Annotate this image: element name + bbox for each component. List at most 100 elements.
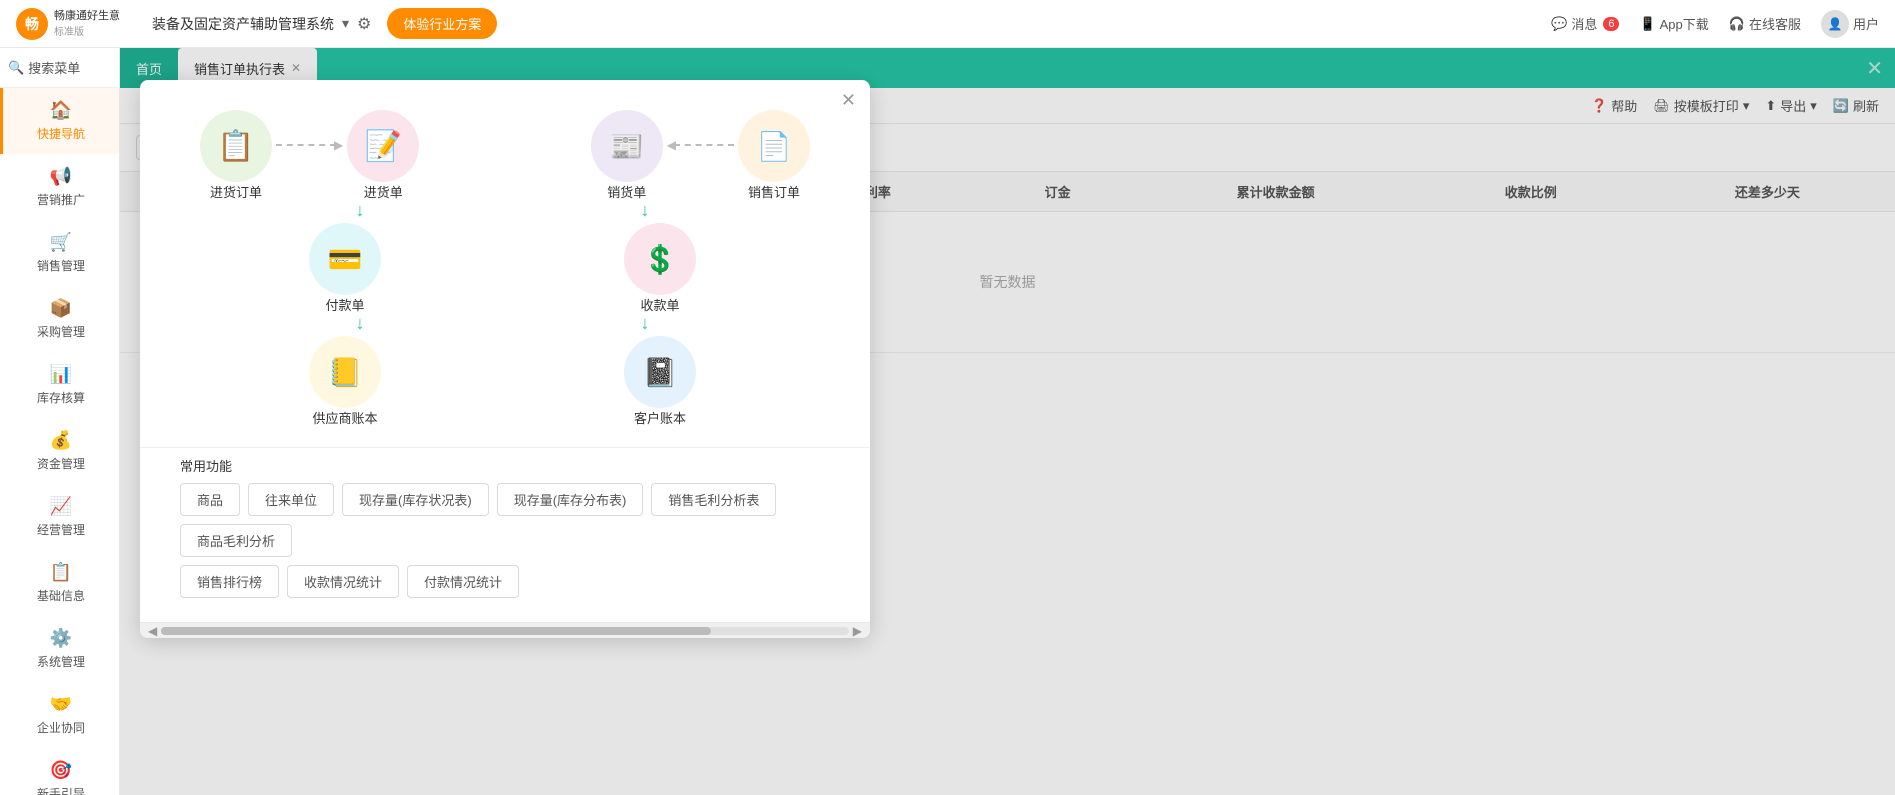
- search-menu-label: 搜索菜单: [28, 58, 80, 77]
- top-bar: 畅 畅康通好生意 标准版 装备及固定资产辅助管理系统 ▾ ⚙ 体验行业方案 💬 …: [0, 0, 1895, 48]
- purchase-bill-circle[interactable]: 📝: [347, 110, 419, 182]
- func-btn-stock-dist[interactable]: 现存量(库存分布表): [497, 483, 644, 516]
- supplier-ledger-node: 📒 供应商账本: [309, 336, 381, 427]
- basic-info-icon: 📋: [50, 562, 72, 583]
- scroll-track[interactable]: [161, 627, 849, 635]
- logo-icon: 畅: [16, 8, 48, 40]
- operations-icon: 📈: [50, 496, 72, 517]
- operations-label: 经营管理: [37, 521, 85, 538]
- scroll-thumb: [161, 627, 711, 635]
- scroll-right-arrow[interactable]: ▶: [849, 624, 866, 638]
- func-btn-stock-status[interactable]: 现存量(库存状况表): [342, 483, 489, 516]
- message-badge: 6: [1603, 17, 1619, 31]
- online-service-button[interactable]: 🎧 在线客服: [1729, 14, 1801, 33]
- inventory-icon: 📊: [50, 364, 72, 385]
- down-arrow-payment: ↓: [200, 314, 400, 332]
- logo-area: 畅 畅康通好生意 标准版: [16, 8, 136, 40]
- payment-circle[interactable]: 💳: [309, 223, 381, 295]
- sales-bill-circle[interactable]: 📰: [591, 110, 663, 182]
- sales-label: 销售管理: [37, 257, 85, 274]
- settings-icon[interactable]: ⚙: [357, 14, 371, 34]
- func-btn-payment-stat[interactable]: 付款情况统计: [407, 565, 519, 598]
- customer-ledger-circle[interactable]: 📓: [624, 336, 696, 408]
- func-btn-partner[interactable]: 往来单位: [248, 483, 334, 516]
- arrow-row-2: ↓ ↓: [180, 201, 830, 219]
- payment-node: 💳 付款单: [309, 223, 381, 314]
- marketing-icon: 📢: [50, 166, 72, 187]
- sidebar: 🔍 搜索菜单 🏠 快捷导航 📢 营销推广 🛒 销售管理 📦 采购管理 📊 库存核…: [0, 48, 120, 795]
- sales-order-label: 销售订单: [748, 182, 800, 201]
- receipt-circle[interactable]: 💲: [624, 223, 696, 295]
- quick-nav-dialog: ✕ 📋 进货订单 ▶ 📝: [140, 80, 870, 638]
- sidebar-item-enterprise[interactable]: 🤝 企业协同: [0, 682, 119, 748]
- purchase-order-label: 进货订单: [210, 182, 262, 201]
- common-functions-area: 常用功能 商品 往来单位 现存量(库存状况表) 现存量(库存分布表) 销售毛利分…: [140, 447, 870, 622]
- user-area[interactable]: 👤 用户: [1821, 10, 1879, 38]
- purchase-bill-label: 进货单: [364, 182, 403, 201]
- search-icon: 🔍: [8, 60, 24, 76]
- download-icon: 📱: [1639, 16, 1655, 32]
- sidebar-item-marketing[interactable]: 📢 营销推广: [0, 154, 119, 220]
- enterprise-icon: 🤝: [50, 694, 72, 715]
- func-btn-goods-margin[interactable]: 商品毛利分析: [180, 524, 292, 557]
- func-btn-sales-rank[interactable]: 销售排行榜: [180, 565, 279, 598]
- receipt-node-wrapper: 💲 收款单: [610, 223, 810, 314]
- payment-icon: 💳: [328, 243, 363, 276]
- top-right: 💬 消息 6 📱 App下载 🎧 在线客服 👤 用户: [1551, 10, 1879, 38]
- sales-icon: 🛒: [50, 232, 72, 253]
- purchase-order-node: 📋 进货订单: [200, 110, 272, 201]
- supplier-ledger-circle[interactable]: 📒: [309, 336, 381, 408]
- sidebar-item-quick-nav[interactable]: 🏠 快捷导航: [0, 88, 119, 154]
- finance-label: 资金管理: [37, 455, 85, 472]
- newbie-label: 新手引导: [37, 785, 85, 795]
- message-label: 消息: [1571, 14, 1597, 33]
- receipt-label: 收款单: [640, 295, 679, 314]
- flow-area: 📋 进货订单 ▶ 📝 进货单: [140, 80, 870, 447]
- func-btn-sales-margin[interactable]: 销售毛利分析表: [651, 483, 776, 516]
- sidebar-item-purchase[interactable]: 📦 采购管理: [0, 286, 119, 352]
- quick-nav-label: 快捷导航: [37, 125, 85, 142]
- newbie-icon: 🎯: [50, 760, 72, 781]
- sidebar-item-operations[interactable]: 📈 经营管理: [0, 484, 119, 550]
- sales-order-circle[interactable]: 📄: [738, 110, 810, 182]
- func-btn-goods[interactable]: 商品: [180, 483, 240, 516]
- message-button[interactable]: 💬 消息 6: [1551, 14, 1619, 33]
- sidebar-item-basic-info[interactable]: 📋 基础信息: [0, 550, 119, 616]
- sales-order-node: 📄 销售订单: [738, 110, 810, 201]
- sidebar-search[interactable]: 🔍 搜索菜单: [0, 48, 119, 88]
- func-buttons-row1: 商品 往来单位 现存量(库存状况表) 现存量(库存分布表) 销售毛利分析表 商品…: [180, 483, 830, 557]
- sidebar-item-system[interactable]: ⚙️ 系统管理: [0, 616, 119, 682]
- sales-bill-node: 📰 销货单: [591, 110, 663, 201]
- sales-bill-label: 销货单: [607, 182, 646, 201]
- supplier-ledger-wrapper: 📒 供应商账本: [200, 336, 400, 427]
- system-title-text: 装备及固定资产辅助管理系统: [152, 14, 334, 34]
- app-download-button[interactable]: 📱 App下载: [1639, 14, 1708, 33]
- ledger-row: 📒 供应商账本 📓 客户账本: [180, 336, 830, 427]
- system-label: 系统管理: [37, 653, 85, 670]
- customer-ledger-wrapper: 📓 客户账本: [610, 336, 810, 427]
- sidebar-item-finance[interactable]: 💰 资金管理: [0, 418, 119, 484]
- marketing-label: 营销推广: [37, 191, 85, 208]
- enterprise-label: 企业协同: [37, 719, 85, 736]
- sales-flow-group: 📰 销货单 ◀ 📄 销售订单: [591, 110, 810, 201]
- inventory-label: 库存核算: [37, 389, 85, 406]
- func-buttons-row2: 销售排行榜 收款情况统计 付款情况统计: [180, 565, 830, 598]
- scroll-left-arrow[interactable]: ◀: [144, 624, 161, 638]
- purchase-order-circle[interactable]: 📋: [200, 110, 272, 182]
- dialog-close-button[interactable]: ✕: [841, 90, 856, 111]
- sidebar-item-newbie[interactable]: 🎯 新手引导: [0, 748, 119, 795]
- dialog-scroll-bar: ◀ ▶: [140, 622, 870, 638]
- sidebar-item-inventory[interactable]: 📊 库存核算: [0, 352, 119, 418]
- down-arrow-purchase: ↓: [200, 201, 400, 219]
- func-btn-receipt-stat[interactable]: 收款情况统计: [287, 565, 399, 598]
- common-func-title: 常用功能: [180, 456, 830, 475]
- down-arrow-sales: ↓: [610, 201, 810, 219]
- arrow-po-to-pb: ▶: [276, 138, 343, 152]
- dropdown-arrow-icon[interactable]: ▾: [342, 15, 349, 32]
- trial-button[interactable]: 体验行业方案: [387, 8, 497, 39]
- payment-label: 付款单: [325, 295, 364, 314]
- system-title: 装备及固定资产辅助管理系统 ▾ ⚙ 体验行业方案: [152, 8, 1551, 39]
- purchase-icon: 📦: [50, 298, 72, 319]
- sidebar-item-sales[interactable]: 🛒 销售管理: [0, 220, 119, 286]
- sales-bill-icon: 📰: [609, 130, 644, 163]
